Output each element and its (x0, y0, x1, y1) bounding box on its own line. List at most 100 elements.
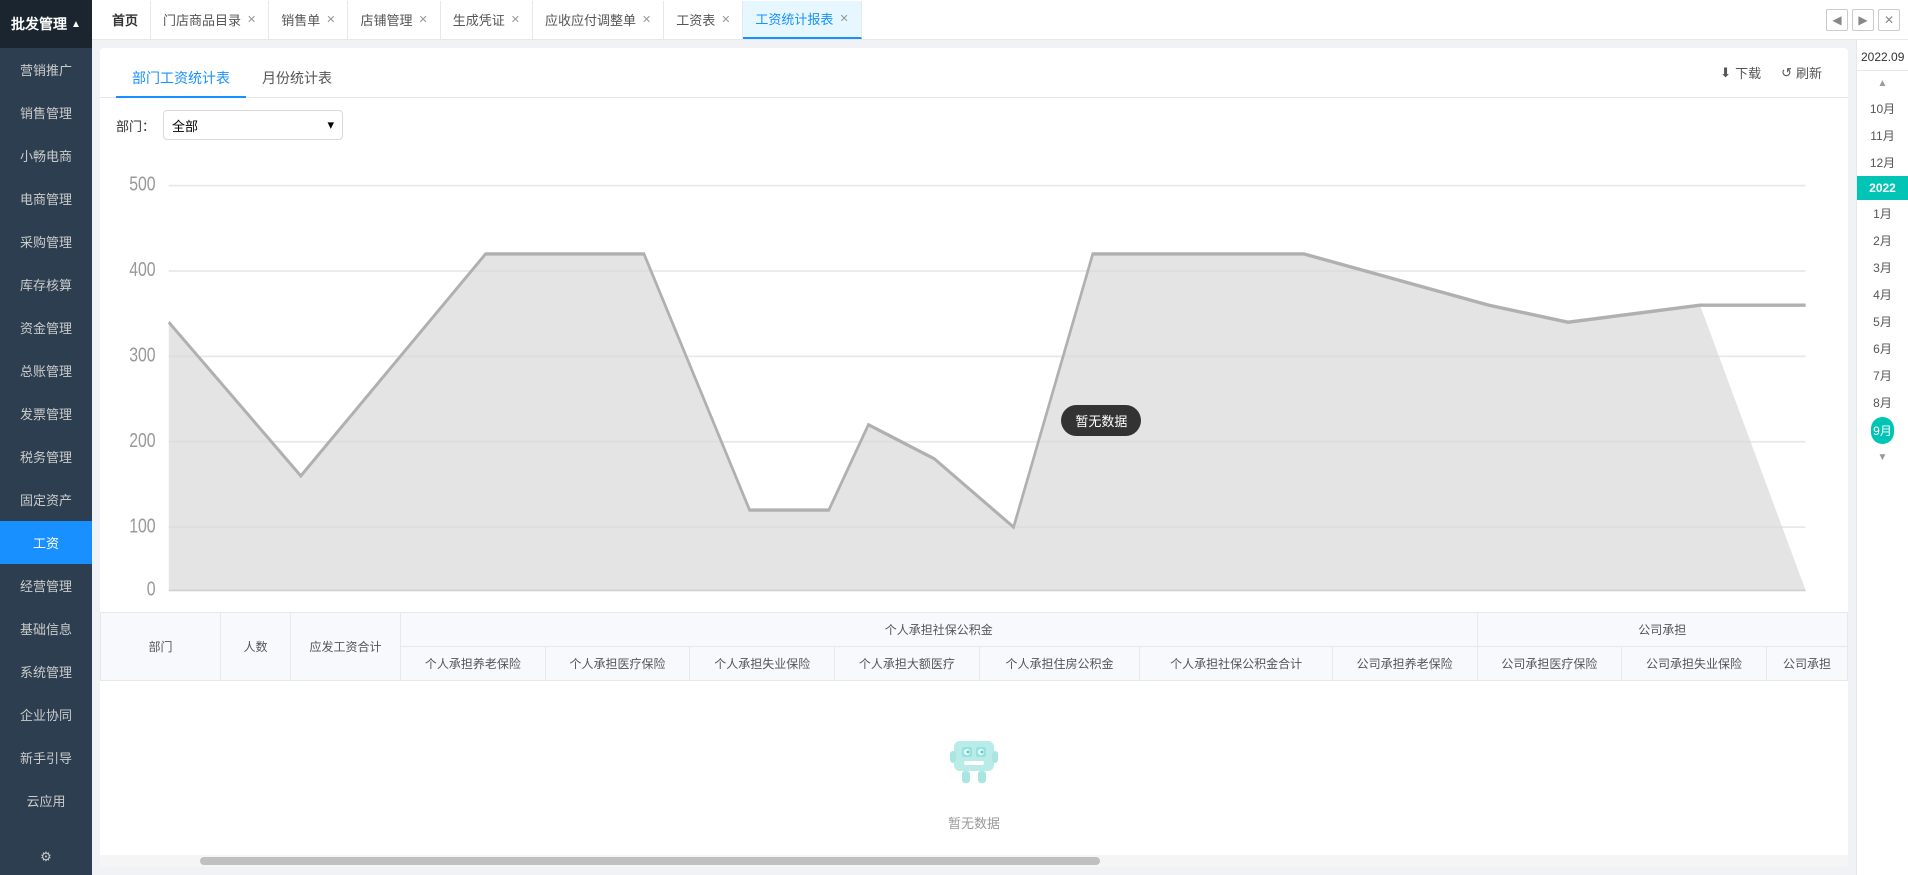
sidebar-item-tax[interactable]: 税务管理 (0, 435, 92, 478)
tab-salary-table[interactable]: 工资表 ✕ (664, 1, 743, 39)
empty-state: 暂无数据 (100, 681, 1848, 855)
time-panel-nov[interactable]: 11月 (1857, 122, 1908, 149)
time-panel-mar[interactable]: 3月 (1857, 254, 1908, 281)
sidebar-item-inventory[interactable]: 库存核算 (0, 263, 92, 306)
filters: 部门： 全部 ▾ (100, 98, 1848, 152)
main-area: 首页 门店商品目录 ✕ 销售单 ✕ 店铺管理 ✕ 生成凭证 ✕ 应收应付调整单 … (92, 0, 1908, 875)
svg-text:400: 400 (129, 257, 155, 280)
chart-container: 500 400 300 200 100 0 (100, 152, 1848, 612)
toolbar: ⬇ 下载 ↺ 刷新 (1694, 51, 1848, 94)
time-panel-jun[interactable]: 6月 (1857, 335, 1908, 362)
sidebar-item-enterprise[interactable]: 企业协同 (0, 693, 92, 736)
sidebar-title-text: 批发管理 (11, 14, 67, 34)
time-panel-header: 2022.09 (1857, 44, 1908, 71)
th-count: 人数 (221, 613, 291, 681)
time-panel-feb[interactable]: 2月 (1857, 227, 1908, 254)
chart-svg: 500 400 300 200 100 0 (116, 160, 1832, 604)
empty-icon (934, 721, 1014, 801)
time-panel-jul[interactable]: 7月 (1857, 362, 1908, 389)
scrollbar-thumb[interactable] (200, 857, 1100, 865)
sidebar-item-general-ledger[interactable]: 总账管理 (0, 349, 92, 392)
sidebar-item-invoice[interactable]: 发票管理 (0, 392, 92, 435)
sidebar-item-operations[interactable]: 经营管理 (0, 564, 92, 607)
tab-salary-stats[interactable]: 工资统计报表 ✕ (743, 1, 861, 39)
svg-text:100: 100 (129, 513, 155, 536)
th-personal-major-medical: 个人承担大额医疗 (835, 647, 980, 681)
download-icon: ⬇ (1720, 65, 1731, 81)
sidebar-arrow-icon: ▲ (71, 19, 81, 30)
horizontal-scrollbar[interactable] (100, 855, 1848, 867)
tab-close-all-button[interactable]: ✕ (1878, 9, 1900, 31)
svg-text:300: 300 (129, 342, 155, 365)
sidebar-item-marketing[interactable]: 营销推广 (0, 48, 92, 91)
tab-next-button[interactable]: ▶ (1852, 9, 1874, 31)
scrollbar-track (200, 857, 1748, 865)
time-panel-jan[interactable]: 1月 (1857, 200, 1908, 227)
content-area: 部门工资统计表 月份统计表 ⬇ 下载 ↺ 刷新 部门： (92, 40, 1908, 875)
time-panel-aug[interactable]: 8月 (1857, 389, 1908, 416)
tab-prev-button[interactable]: ◀ (1826, 9, 1848, 31)
sidebar-item-fixed-assets[interactable]: 固定资产 (0, 478, 92, 521)
tab-production-voucher-label: 生成凭证 (453, 10, 505, 29)
sidebar-title[interactable]: 批发管理 ▲ (0, 0, 92, 48)
tab-production-voucher[interactable]: 生成凭证 ✕ (441, 1, 533, 39)
refresh-icon: ↺ (1781, 65, 1792, 81)
tab-home[interactable]: 首页 (100, 1, 151, 39)
sidebar-item-purchase[interactable]: 采购管理 (0, 220, 92, 263)
time-panel-header-text: 2022.09 (1861, 50, 1904, 64)
tab-production-voucher-close[interactable]: ✕ (511, 13, 520, 26)
sidebar: 批发管理 ▲ 营销推广 销售管理 小畅电商 电商管理 采购管理 库存核算 资金管… (0, 0, 92, 875)
time-panel-oct[interactable]: 10月 (1857, 95, 1908, 122)
sidebar-item-cloud[interactable]: 云应用 (0, 779, 92, 822)
tab-salary-table-close[interactable]: ✕ (721, 13, 730, 26)
refresh-button[interactable]: ↺ 刷新 (1771, 59, 1832, 86)
time-panel-may[interactable]: 5月 (1857, 308, 1908, 335)
sidebar-item-ecommerce[interactable]: 电商管理 (0, 177, 92, 220)
time-panel-2022[interactable]: 2022 (1857, 176, 1908, 200)
page-content: 部门工资统计表 月份统计表 ⬇ 下载 ↺ 刷新 部门： (100, 48, 1848, 867)
tab-store-catalog-close[interactable]: ✕ (247, 13, 256, 26)
tab-salary-stats-label: 工资统计报表 (755, 9, 833, 28)
dept-filter-select[interactable]: 全部 ▾ (163, 110, 343, 140)
time-panel-nav-up[interactable]: ▲ (1871, 71, 1895, 95)
th-personal-pension: 个人承担养老保险 (401, 647, 546, 681)
settings-button[interactable]: ⚙ (0, 839, 92, 875)
tab-ar-ap-close[interactable]: ✕ (642, 13, 651, 26)
th-total-salary: 应发工资合计 (291, 613, 401, 681)
tab-store-mgmt[interactable]: 店铺管理 ✕ (348, 1, 440, 39)
empty-state-label: 暂无数据 (948, 813, 1000, 832)
time-panel-sep[interactable]: 9月 (1871, 417, 1894, 444)
tab-store-catalog-label: 门店商品目录 (163, 10, 241, 29)
tab-store-mgmt-label: 店铺管理 (360, 10, 412, 29)
sub-tabs: 部门工资统计表 月份统计表 (100, 48, 1694, 97)
sidebar-item-guide[interactable]: 新手引导 (0, 736, 92, 779)
tab-salary-stats-close[interactable]: ✕ (839, 12, 848, 25)
sidebar-item-system[interactable]: 系统管理 (0, 650, 92, 693)
svg-text:500: 500 (129, 172, 155, 195)
tab-sales-order-close[interactable]: ✕ (326, 13, 335, 26)
sidebar-item-sales[interactable]: 销售管理 (0, 91, 92, 134)
time-panel-nav-down[interactable]: ▼ (1871, 445, 1895, 469)
sidebar-item-salary[interactable]: 工资 (0, 521, 92, 564)
th-personal-total: 个人承担社保公积金合计 (1140, 647, 1332, 681)
table-wrapper[interactable]: 部门 人数 应发工资合计 个人承担社保公积金 公司承担 个人承担养老保险 个人承… (100, 612, 1848, 855)
sidebar-item-finance[interactable]: 资金管理 (0, 306, 92, 349)
tab-ar-ap[interactable]: 应收应付调整单 ✕ (533, 1, 664, 39)
dept-filter-value: 全部 (172, 116, 198, 135)
refresh-label: 刷新 (1796, 63, 1822, 82)
sub-tab-dept-stats[interactable]: 部门工资统计表 (116, 60, 246, 98)
time-panel-dec[interactable]: 12月 (1857, 149, 1908, 176)
sidebar-item-basic-info[interactable]: 基础信息 (0, 607, 92, 650)
tab-sales-order[interactable]: 销售单 ✕ (269, 1, 348, 39)
dept-filter-arrow-icon: ▾ (327, 117, 334, 133)
table-area: 部门 人数 应发工资合计 个人承担社保公积金 公司承担 个人承担养老保险 个人承… (100, 612, 1848, 867)
th-company-medical: 公司承担医疗保险 (1477, 647, 1622, 681)
time-panel-apr[interactable]: 4月 (1857, 281, 1908, 308)
download-button[interactable]: ⬇ 下载 (1710, 59, 1771, 86)
th-company-unemployment: 公司承担失业保险 (1622, 647, 1767, 681)
sub-tab-monthly-stats[interactable]: 月份统计表 (246, 60, 348, 98)
sidebar-item-ecommerce-small[interactable]: 小畅电商 (0, 134, 92, 177)
tab-store-catalog[interactable]: 门店商品目录 ✕ (151, 1, 269, 39)
tab-bar: 首页 门店商品目录 ✕ 销售单 ✕ 店铺管理 ✕ 生成凭证 ✕ 应收应付调整单 … (92, 0, 1908, 40)
tab-store-mgmt-close[interactable]: ✕ (419, 13, 428, 26)
